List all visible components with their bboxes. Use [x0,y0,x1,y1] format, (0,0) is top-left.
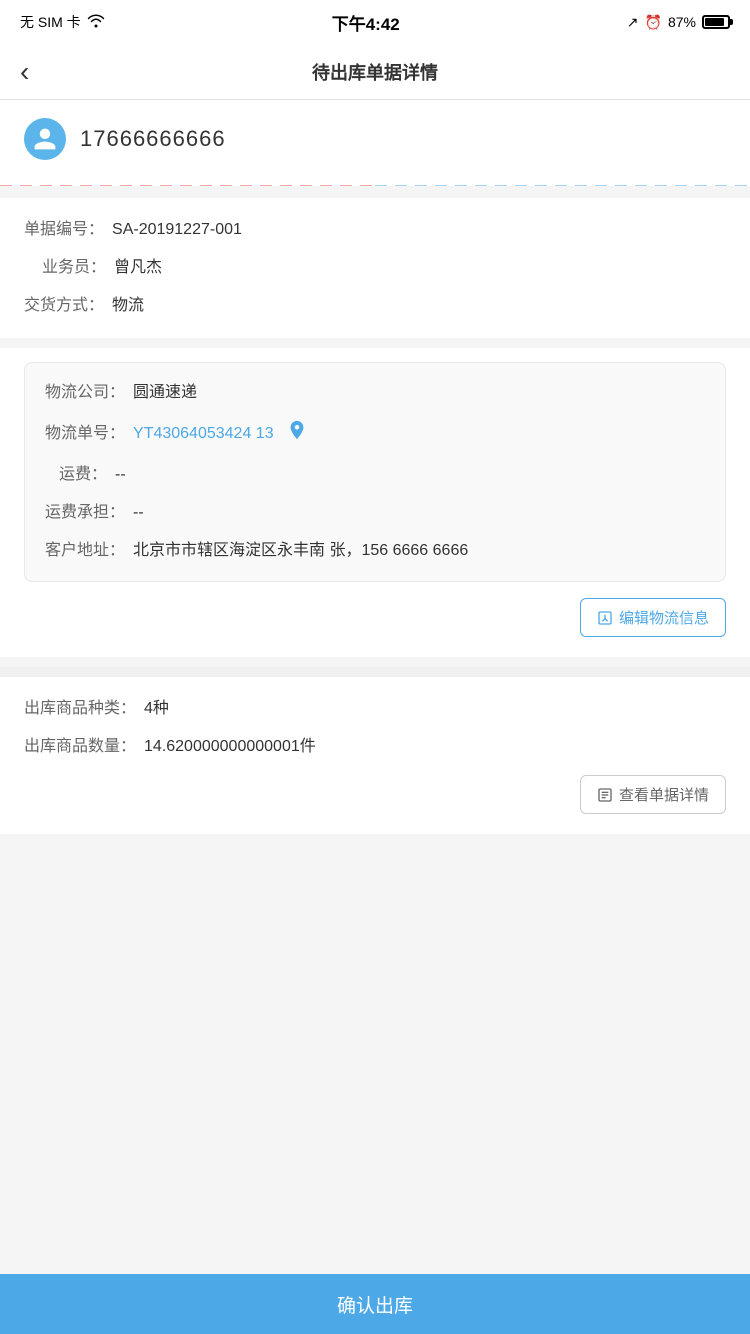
delivery-value: 物流 [112,294,726,318]
freight-bear-value: -- [133,501,705,525]
edit-logistics-button[interactable]: 编辑物流信息 [580,598,726,637]
address-label: 客户地址： [45,539,133,563]
view-btn-row: 查看单据详情 [24,775,726,814]
logistics-card: 物流公司： 圆通速递 物流单号： YT43064053424 13 运费： --… [24,362,726,582]
status-right: ↗ ⏰ 87% [627,14,730,31]
phone-header: 17666666666 [0,100,750,178]
doc-num-value: SA-20191227-001 [112,218,726,242]
bottom-spacer [0,844,750,1024]
section-separator [0,667,750,677]
battery-icon [702,15,730,29]
freight-bear-row: 运费承担： -- [45,501,705,525]
view-details-button[interactable]: 查看单据详情 [580,775,726,814]
delivery-label: 交货方式： [24,294,112,318]
confirm-button[interactable]: 确认出库 [0,1274,750,1334]
battery-percent: 87% [668,14,696,30]
staff-row: 业务员： 曾凡杰 [24,256,726,280]
doc-num-row: 单据编号： SA-20191227-001 [24,218,726,242]
stock-type-row: 出库商品种类： 4种 [24,697,726,721]
status-bar: 无 SIM 卡 下午4:42 ↗ ⏰ 87% [0,0,750,44]
nav-bar: ‹ 待出库单据详情 [0,44,750,100]
confirm-label: 确认出库 [337,1291,413,1318]
tracking-value: YT43064053424 13 [133,419,705,449]
back-button[interactable]: ‹ [20,48,37,96]
no-sim-text: 无 SIM 卡 [20,12,81,32]
company-label: 物流公司： [45,381,133,405]
staff-label: 业务员： [24,256,114,280]
staff-value: 曾凡杰 [114,256,726,280]
company-value: 圆通速递 [133,381,705,405]
address-row: 客户地址： 北京市市辖区海淀区永丰南 张，156 6666 6666 [45,539,705,563]
status-time: 下午4:42 [332,10,400,35]
location-icon: ↗ [627,14,639,31]
map-pin-icon[interactable] [286,419,308,449]
freight-value: -- [115,463,705,487]
stock-type-label: 出库商品种类： [24,697,144,721]
status-left: 无 SIM 卡 [20,12,105,32]
stock-info-section: 出库商品种类： 4种 出库商品数量： 14.620000000000001件 查… [0,677,750,834]
address-value: 北京市市辖区海淀区永丰南 张，156 6666 6666 [133,539,705,563]
dashed-divider [0,178,750,186]
stock-qty-label: 出库商品数量： [24,735,144,759]
delivery-row: 交货方式： 物流 [24,294,726,318]
tracking-row: 物流单号： YT43064053424 13 [45,419,705,449]
alarm-icon: ⏰ [645,14,662,31]
company-row: 物流公司： 圆通速递 [45,381,705,405]
tracking-label: 物流单号： [45,422,133,446]
freight-bear-label: 运费承担： [45,501,133,525]
avatar [24,118,66,160]
page-title: 待出库单据详情 [312,59,438,85]
view-details-label: 查看单据详情 [619,784,709,805]
stock-type-value: 4种 [144,697,726,721]
doc-num-label: 单据编号： [24,218,112,242]
freight-label: 运费： [45,463,115,487]
logistics-section: 物流公司： 圆通速递 物流单号： YT43064053424 13 运费： --… [0,348,750,657]
phone-number: 17666666666 [80,126,226,152]
stock-qty-row: 出库商品数量： 14.620000000000001件 [24,735,726,759]
wifi-icon [87,14,105,31]
stock-qty-value: 14.620000000000001件 [144,735,726,759]
edit-logistics-label: 编辑物流信息 [619,607,709,628]
edit-btn-row: 编辑物流信息 [24,598,726,637]
freight-row: 运费： -- [45,463,705,487]
order-info-section: 单据编号： SA-20191227-001 业务员： 曾凡杰 交货方式： 物流 [0,198,750,338]
